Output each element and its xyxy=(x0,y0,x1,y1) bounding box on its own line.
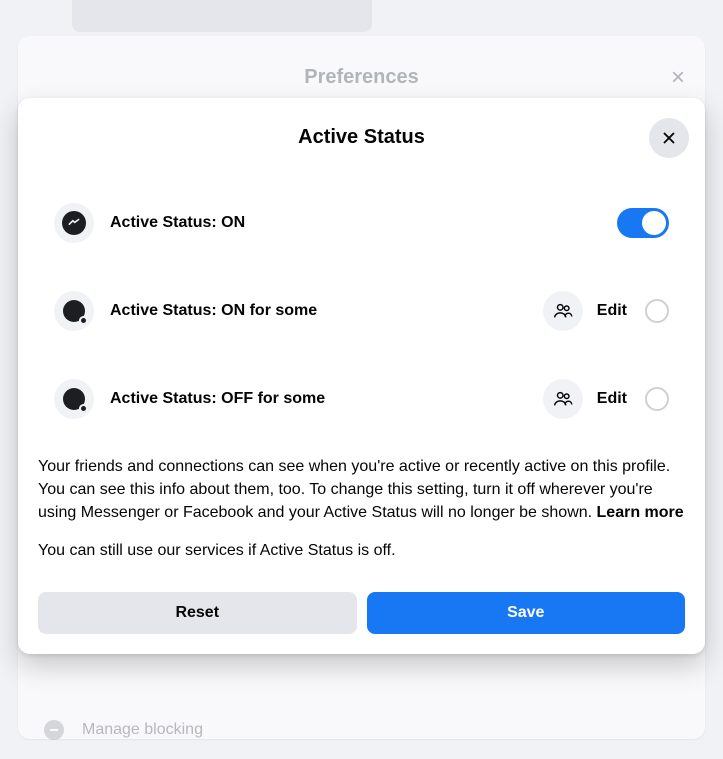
modal-title: Active Status xyxy=(38,126,685,149)
save-button[interactable]: Save xyxy=(367,592,686,634)
blocking-icon xyxy=(44,720,64,740)
learn-more-link[interactable]: Learn more xyxy=(597,504,684,521)
close-icon xyxy=(660,129,678,147)
modal-header: Active Status xyxy=(18,98,705,159)
toggle-knob xyxy=(642,211,666,235)
reset-button[interactable]: Reset xyxy=(38,592,357,634)
active-status-on-label: Active Status: ON xyxy=(110,214,617,232)
background-tab xyxy=(72,0,372,32)
off-for-some-radio[interactable] xyxy=(645,387,669,411)
on-for-some-edit[interactable]: Edit xyxy=(597,302,627,320)
description-text: Your friends and connections can see whe… xyxy=(18,443,705,525)
chat-status-icon xyxy=(54,379,94,419)
on-for-some-radio[interactable] xyxy=(645,299,669,323)
people-icon xyxy=(543,291,583,331)
on-for-some-label: Active Status: ON for some xyxy=(110,302,543,320)
off-for-some-label: Active Status: OFF for some xyxy=(110,390,543,408)
off-for-some-edit[interactable]: Edit xyxy=(597,390,627,408)
off-for-some-row: Active Status: OFF for some Edit xyxy=(38,355,685,443)
messenger-icon xyxy=(54,203,94,243)
on-for-some-row: Active Status: ON for some Edit xyxy=(38,267,685,355)
preferences-close-icon: × xyxy=(671,64,685,92)
people-icon xyxy=(543,379,583,419)
description-text-2: You can still use our services if Active… xyxy=(18,525,705,562)
active-status-toggle[interactable] xyxy=(617,208,669,238)
preferences-title: Preferences xyxy=(38,66,685,89)
description-prefix: Your friends and connections can see whe… xyxy=(38,458,670,521)
close-button[interactable] xyxy=(649,118,689,158)
active-status-on-row: Active Status: ON xyxy=(38,179,685,267)
active-status-modal: Active Status Active Status: ON Active S… xyxy=(18,98,705,654)
manage-blocking-label: Manage blocking xyxy=(82,721,203,739)
button-row: Reset Save xyxy=(18,562,705,634)
manage-blocking-row: Manage blocking xyxy=(44,720,203,740)
options-list: Active Status: ON Active Status: ON for … xyxy=(18,159,705,443)
chat-status-icon xyxy=(54,291,94,331)
